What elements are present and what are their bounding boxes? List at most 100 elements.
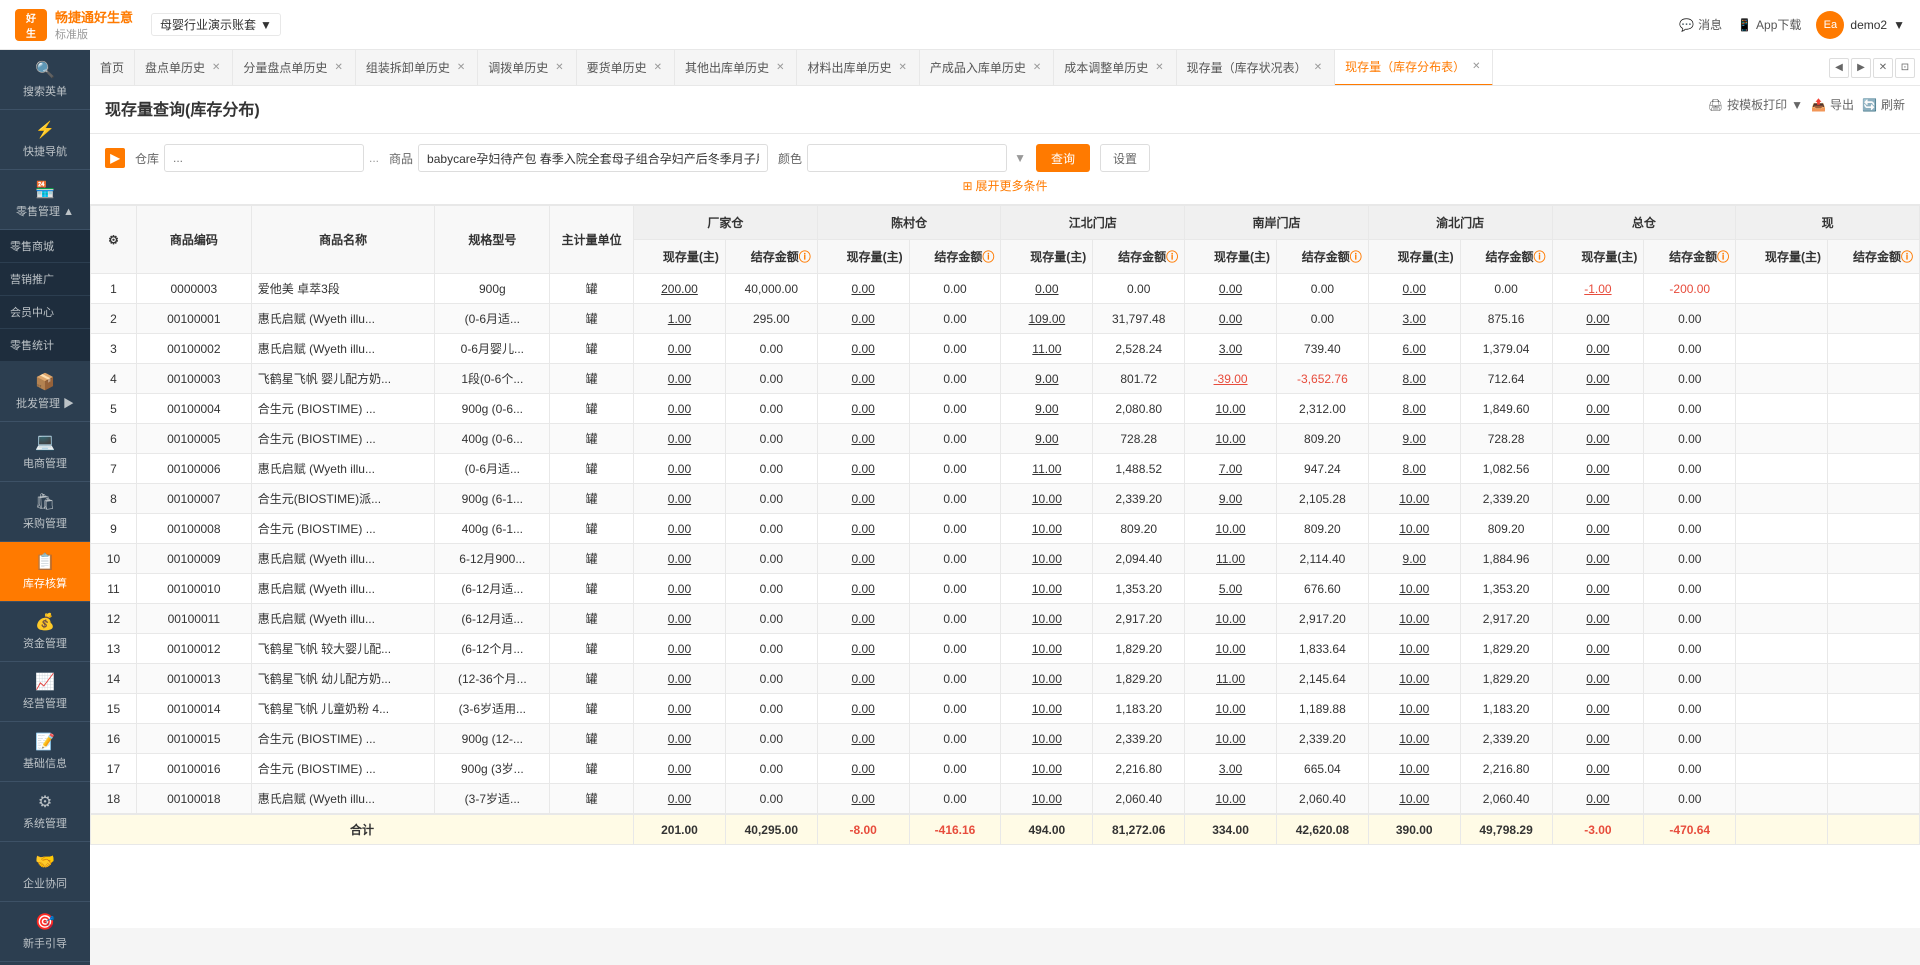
sidebar-subitem-marketing[interactable]: 营销推广 [0, 263, 90, 296]
tab-nav-expand[interactable]: ⊡ [1895, 58, 1915, 78]
cell-yuebei-stock[interactable]: 9.00 [1368, 544, 1460, 574]
cell-yuebei-stock[interactable]: 10.00 [1368, 634, 1460, 664]
cell-jiangbei-stock[interactable]: 10.00 [1001, 544, 1093, 574]
sidebar-item-system[interactable]: ⚙ 系统管理 [0, 782, 90, 842]
tab-close-cost-adjust[interactable]: ✕ [1153, 62, 1165, 73]
cell-total-stock[interactable]: 0.00 [1552, 394, 1644, 424]
sidebar-item-operation[interactable]: 📈 经营管理 [0, 662, 90, 722]
app-download-btn[interactable]: 📱 App下载 [1737, 16, 1801, 33]
cell-jiangbei-stock[interactable]: 11.00 [1001, 334, 1093, 364]
cell-nanyan-stock[interactable]: 11.00 [1185, 664, 1277, 694]
tab-close-combo[interactable]: ✕ [455, 62, 467, 73]
sidebar-item-procurement[interactable]: 🛍 采购管理 [0, 482, 90, 542]
cell-nanyan-stock[interactable]: 3.00 [1185, 334, 1277, 364]
cell-jiangbei-stock[interactable]: 10.00 [1001, 604, 1093, 634]
cell-nanyan-stock[interactable]: -39.00 [1185, 364, 1277, 394]
cell-yuebei-stock[interactable]: 10.00 [1368, 574, 1460, 604]
tab-inventory[interactable]: 盘点单历史 ✕ [135, 50, 233, 86]
cell-nanyan-stock[interactable]: 10.00 [1185, 424, 1277, 454]
cell-chenm-stock[interactable]: 0.00 [817, 304, 909, 334]
sidebar-item-ecommerce[interactable]: 💻 电商管理 [0, 422, 90, 482]
sidebar-item-basic[interactable]: 📝 基础信息 [0, 722, 90, 782]
cell-yuebei-stock[interactable]: 6.00 [1368, 334, 1460, 364]
cell-yuebei-stock[interactable]: 10.00 [1368, 784, 1460, 815]
setting-button[interactable]: 设置 [1100, 144, 1150, 172]
tab-stock-status[interactable]: 现存量（库存状况表） ✕ [1177, 50, 1335, 86]
tab-other-out[interactable]: 其他出库单历史 ✕ [675, 50, 797, 86]
cell-total-stock[interactable]: 0.00 [1552, 454, 1644, 484]
cell-chenm-stock[interactable]: 0.00 [817, 274, 909, 304]
cell-factory-stock[interactable]: 0.00 [634, 784, 726, 815]
cell-yuebei-stock[interactable]: 8.00 [1368, 454, 1460, 484]
cell-nanyan-stock[interactable]: 10.00 [1185, 724, 1277, 754]
tab-close-stock-status[interactable]: ✕ [1312, 62, 1324, 73]
user-area[interactable]: Ea demo2 ▼ [1816, 11, 1905, 39]
cell-factory-stock[interactable]: 0.00 [634, 694, 726, 724]
sidebar-item-wholesale[interactable]: 📦 批发管理 ▶ [0, 362, 90, 422]
cell-jiangbei-stock[interactable]: 10.00 [1001, 694, 1093, 724]
cell-jiangbei-stock[interactable]: 10.00 [1001, 484, 1093, 514]
sidebar-item-stock[interactable]: 📋 库存核算 [0, 542, 90, 602]
cell-chenm-stock[interactable]: 0.00 [817, 694, 909, 724]
cell-jiangbei-stock[interactable]: 9.00 [1001, 424, 1093, 454]
tab-close-transfer[interactable]: ✕ [553, 62, 565, 73]
sidebar-item-finance[interactable]: 💰 资金管理 [0, 602, 90, 662]
cell-nanyan-stock[interactable]: 0.00 [1185, 304, 1277, 334]
tab-transfer[interactable]: 调拨单历史 ✕ [478, 50, 576, 86]
cell-factory-stock[interactable]: 0.00 [634, 394, 726, 424]
cell-jiangbei-stock[interactable]: 10.00 [1001, 664, 1093, 694]
cell-total-stock[interactable]: 0.00 [1552, 304, 1644, 334]
cell-total-stock[interactable]: 0.00 [1552, 604, 1644, 634]
cell-chenm-stock[interactable]: 0.00 [817, 574, 909, 604]
cell-jiangbei-stock[interactable]: 10.00 [1001, 784, 1093, 815]
cell-jiangbei-stock[interactable]: 109.00 [1001, 304, 1093, 334]
cell-total-stock[interactable]: 0.00 [1552, 334, 1644, 364]
refresh-btn[interactable]: 🔄 刷新 [1862, 96, 1905, 113]
cell-yuebei-stock[interactable]: 0.00 [1368, 274, 1460, 304]
cell-chenm-stock[interactable]: 0.00 [817, 604, 909, 634]
cell-total-stock[interactable]: 0.00 [1552, 634, 1644, 664]
query-button[interactable]: 查询 [1036, 144, 1090, 172]
export-btn[interactable]: 📤 导出 [1811, 96, 1854, 113]
cell-factory-stock[interactable]: 0.00 [634, 544, 726, 574]
cell-jiangbei-stock[interactable]: 0.00 [1001, 274, 1093, 304]
sidebar-subitem-member[interactable]: 会员中心 [0, 296, 90, 329]
cell-yuebei-stock[interactable]: 10.00 [1368, 724, 1460, 754]
warehouse-input[interactable] [164, 144, 364, 172]
tab-purchase[interactable]: 要货单历史 ✕ [577, 50, 675, 86]
sidebar-item-guide[interactable]: 🎯 新手引导 [0, 902, 90, 962]
cell-jiangbei-stock[interactable]: 10.00 [1001, 634, 1093, 664]
tab-close-other-out[interactable]: ✕ [774, 62, 786, 73]
cell-chenm-stock[interactable]: 0.00 [817, 424, 909, 454]
cell-total-stock[interactable]: 0.00 [1552, 664, 1644, 694]
tab-close-stock-dist[interactable]: ✕ [1470, 61, 1482, 72]
cell-chenm-stock[interactable]: 0.00 [817, 364, 909, 394]
account-selector[interactable]: 母婴行业演示账套 ▼ [151, 13, 281, 36]
tab-nav-left[interactable]: ◀ [1829, 58, 1849, 78]
tab-nav-right[interactable]: ▶ [1851, 58, 1871, 78]
cell-factory-stock[interactable]: 0.00 [634, 574, 726, 604]
sidebar-item-search[interactable]: 🔍 搜索英单 [0, 50, 90, 110]
cell-factory-stock[interactable]: 0.00 [634, 364, 726, 394]
cell-yuebei-stock[interactable]: 10.00 [1368, 514, 1460, 544]
cell-factory-stock[interactable]: 0.00 [634, 634, 726, 664]
cell-nanyan-stock[interactable]: 10.00 [1185, 604, 1277, 634]
cell-jiangbei-stock[interactable]: 11.00 [1001, 454, 1093, 484]
tab-cost-adjust[interactable]: 成本调整单历史 ✕ [1054, 50, 1176, 86]
cell-factory-stock[interactable]: 0.00 [634, 514, 726, 544]
cell-yuebei-stock[interactable]: 10.00 [1368, 664, 1460, 694]
cell-nanyan-stock[interactable]: 3.00 [1185, 754, 1277, 784]
product-input[interactable] [418, 144, 768, 172]
tab-close-split[interactable]: ✕ [332, 62, 344, 73]
cell-yuebei-stock[interactable]: 8.00 [1368, 364, 1460, 394]
cell-total-stock[interactable]: 0.00 [1552, 424, 1644, 454]
cell-jiangbei-stock[interactable]: 9.00 [1001, 394, 1093, 424]
sidebar-item-quicknav[interactable]: ⚡ 快捷导航 [0, 110, 90, 170]
cell-total-stock[interactable]: 0.00 [1552, 724, 1644, 754]
cell-factory-stock[interactable]: 0.00 [634, 454, 726, 484]
cell-yuebei-stock[interactable]: 10.00 [1368, 754, 1460, 784]
cell-yuebei-stock[interactable]: 8.00 [1368, 394, 1460, 424]
cell-jiangbei-stock[interactable]: 10.00 [1001, 754, 1093, 784]
cell-total-stock[interactable]: 0.00 [1552, 784, 1644, 815]
cell-chenm-stock[interactable]: 0.00 [817, 454, 909, 484]
